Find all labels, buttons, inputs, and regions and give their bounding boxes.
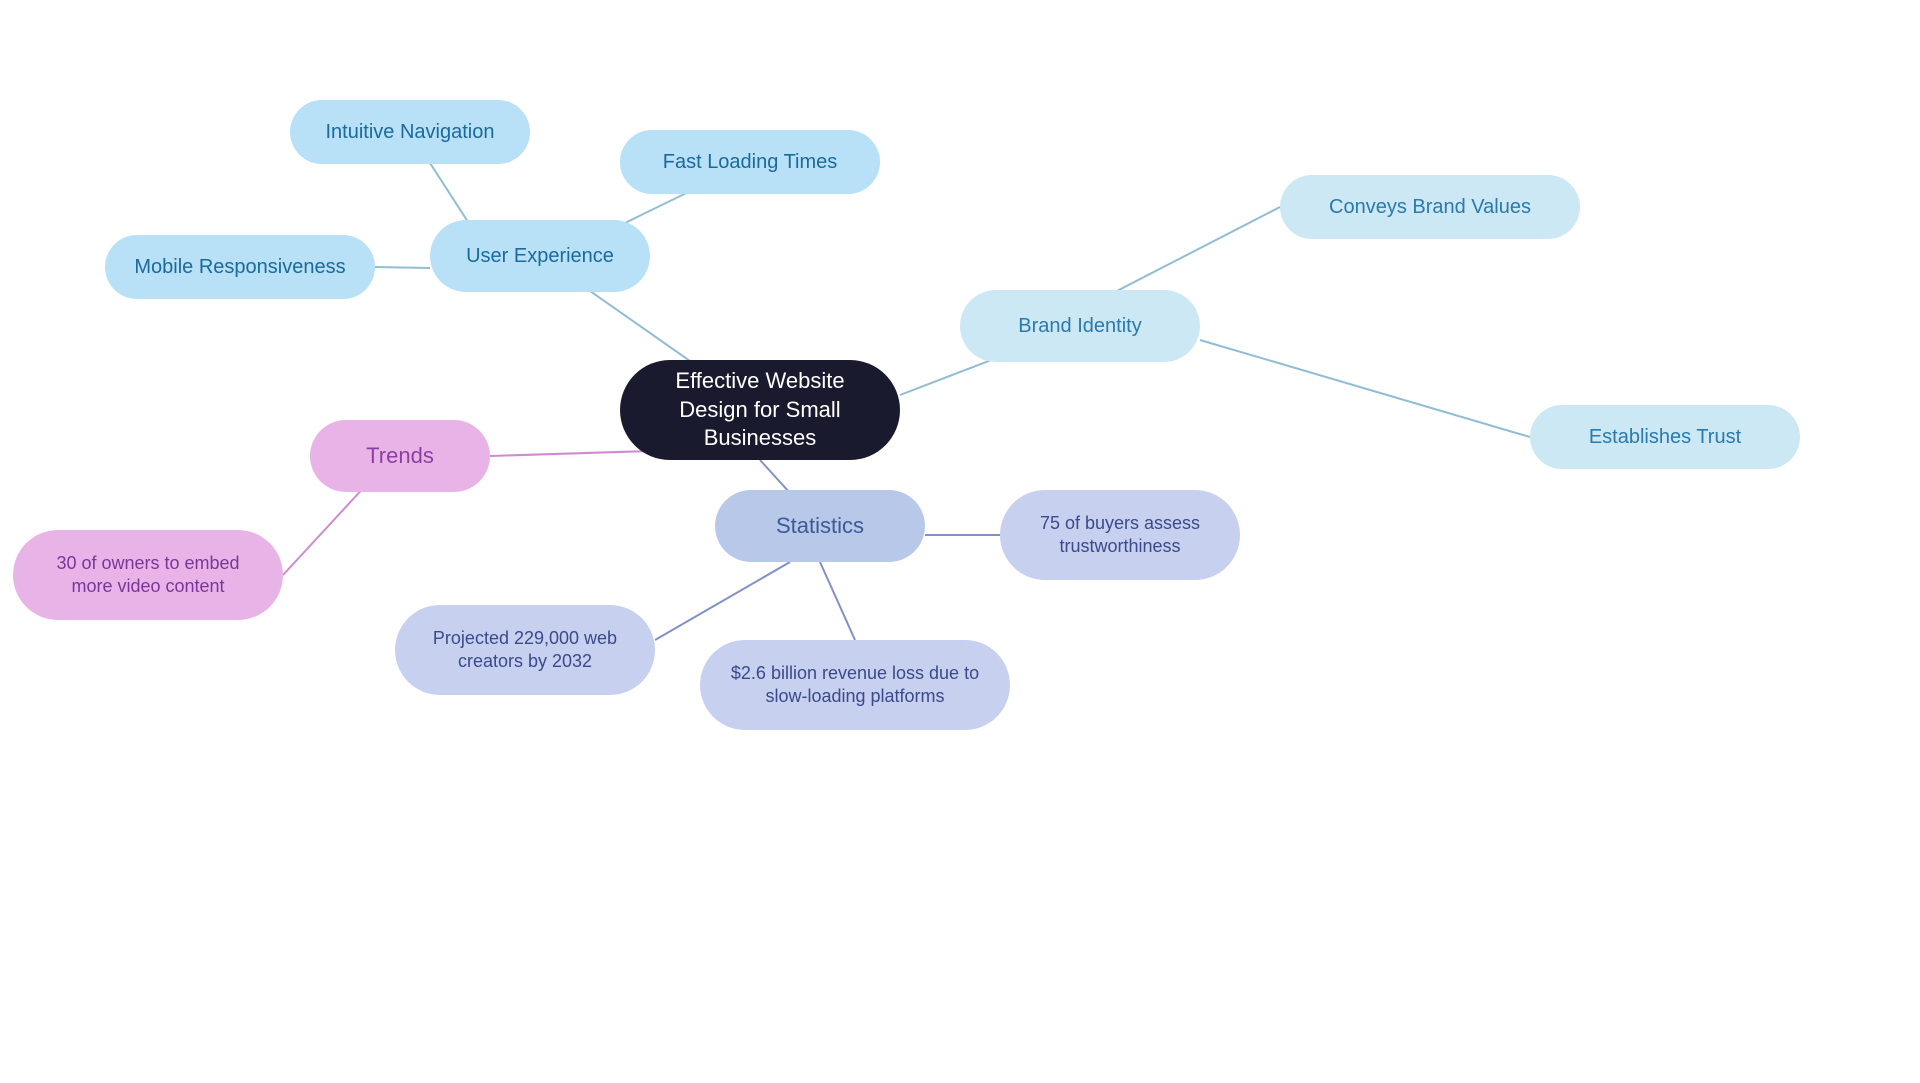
central-node: Effective Website Design for Small Busin… [620, 360, 900, 460]
intuitive-navigation-node: Intuitive Navigation [290, 100, 530, 164]
revenue-loss-node: $2.6 billion revenue loss due to slow-lo… [700, 640, 1010, 730]
fast-loading-node: Fast Loading Times [620, 130, 880, 194]
trends-node: Trends [310, 420, 490, 492]
user-experience-node: User Experience [430, 220, 650, 292]
video-content-node: 30 of owners to embed more video content [13, 530, 283, 620]
establishes-trust-node: Establishes Trust [1530, 405, 1800, 469]
buyers-assess-node: 75 of buyers assess trustworthiness [1000, 490, 1240, 580]
brand-identity-node: Brand Identity [960, 290, 1200, 362]
mobile-responsiveness-node: Mobile Responsiveness [105, 235, 375, 299]
projected-creators-node: Projected 229,000 web creators by 2032 [395, 605, 655, 695]
conveys-brand-values-node: Conveys Brand Values [1280, 175, 1580, 239]
statistics-node: Statistics [715, 490, 925, 562]
